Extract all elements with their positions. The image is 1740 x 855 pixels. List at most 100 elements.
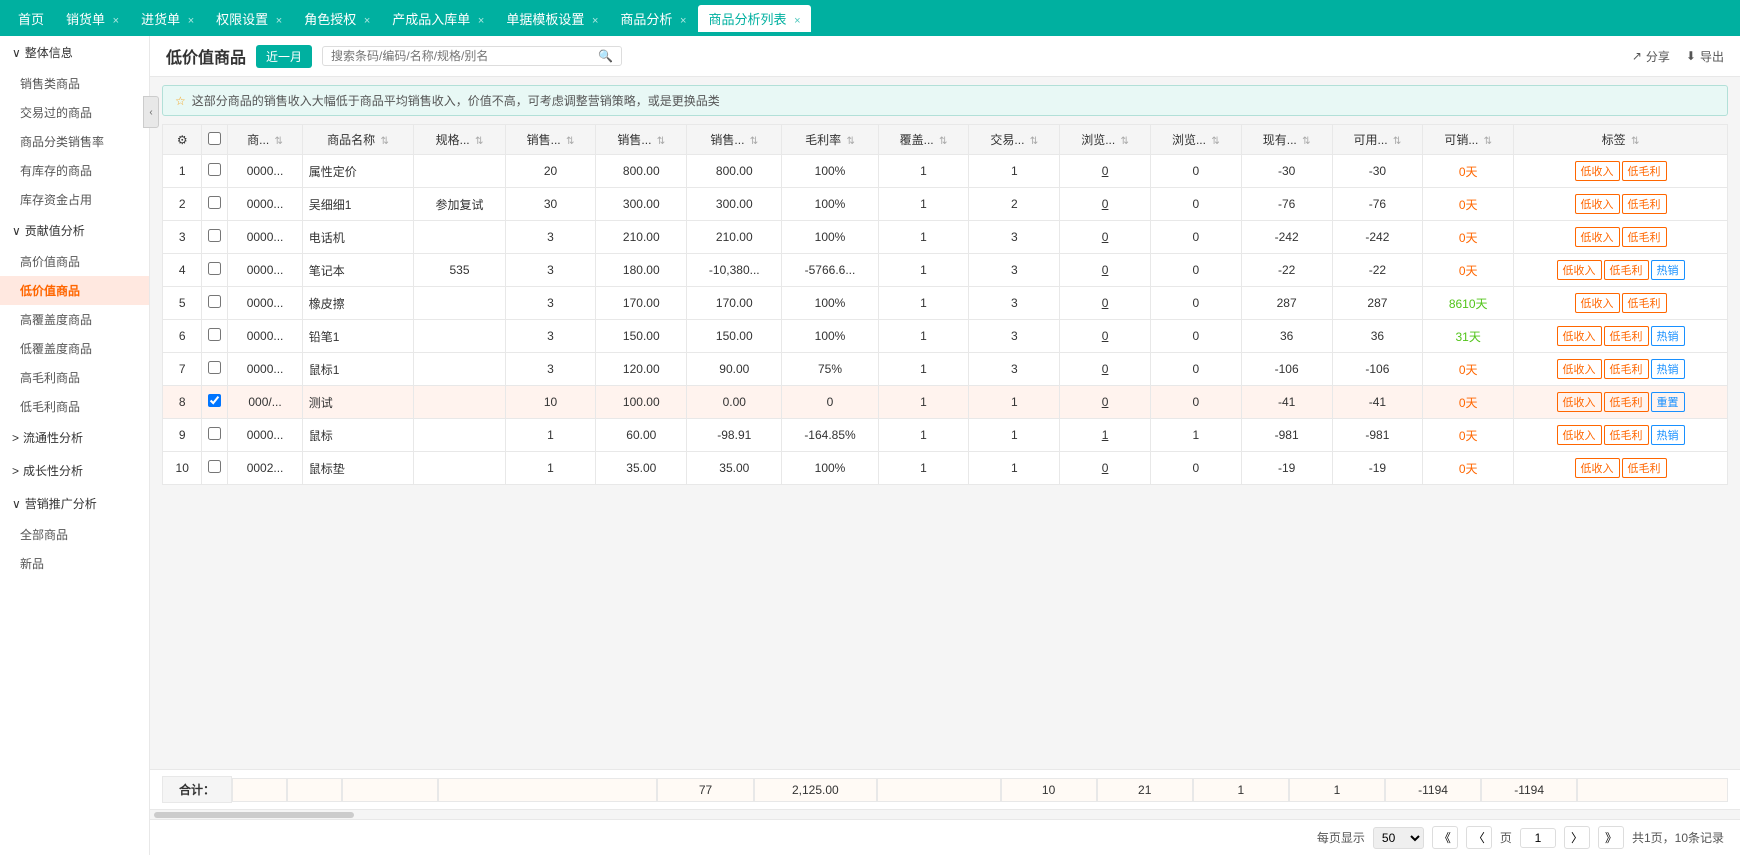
sidebar-item-low-profit[interactable]: 低毛利商品: [0, 392, 149, 421]
nav-item-sales[interactable]: 销货单 ×: [56, 5, 129, 32]
date-filter-button[interactable]: 近一月: [256, 45, 312, 68]
row-checkbox[interactable]: [208, 229, 221, 242]
th-sales-qty[interactable]: 销售... ⇅: [505, 125, 596, 155]
th-trade[interactable]: 交易... ⇅: [969, 125, 1060, 155]
row-checkbox[interactable]: [208, 394, 221, 407]
cell-browse1[interactable]: 0: [1060, 287, 1151, 320]
th-usable[interactable]: 可用... ⇅: [1332, 125, 1423, 155]
sidebar-item-high-value[interactable]: 高价值商品: [0, 247, 149, 276]
sidebar-item-traded-products[interactable]: 交易过的商品: [0, 98, 149, 127]
cell-code: 0000...: [228, 287, 302, 320]
th-coverage[interactable]: 覆盖... ⇅: [878, 125, 969, 155]
th-saleable[interactable]: 可销... ⇅: [1423, 125, 1514, 155]
scrollbar-thumb[interactable]: [154, 812, 354, 818]
sidebar-group-circulation[interactable]: > 流通性分析: [0, 421, 149, 454]
nav-item-stock[interactable]: 产成品入库单 ×: [382, 5, 494, 32]
table-container[interactable]: ⚙ 商... ⇅ 商品名称 ⇅ 规格... ⇅ 销售... ⇅ 销售... ⇅ …: [150, 124, 1740, 769]
sidebar-item-all-products[interactable]: 全部商品: [0, 520, 149, 549]
table-header-row: ⚙ 商... ⇅ 商品名称 ⇅ 规格... ⇅ 销售... ⇅ 销售... ⇅ …: [163, 125, 1728, 155]
nav-close-purchase[interactable]: ×: [188, 15, 194, 27]
row-checkbox[interactable]: [208, 460, 221, 473]
cell-browse1[interactable]: 0: [1060, 386, 1151, 419]
th-name[interactable]: 商品名称 ⇅: [302, 125, 414, 155]
th-tags[interactable]: 标签 ⇅: [1514, 125, 1728, 155]
row-checkbox[interactable]: [208, 328, 221, 341]
row-checkbox[interactable]: [208, 196, 221, 209]
nav-item-role[interactable]: 角色授权 ×: [294, 5, 380, 32]
sidebar-item-low-coverage[interactable]: 低覆盖度商品: [0, 334, 149, 363]
browse-link[interactable]: 0: [1102, 329, 1109, 343]
cell-browse1[interactable]: 0: [1060, 353, 1151, 386]
nav-item-home[interactable]: 首页: [8, 5, 54, 32]
nav-close-role[interactable]: ×: [364, 15, 370, 27]
sidebar-group-growth[interactable]: > 成长性分析: [0, 454, 149, 487]
next-page-btn[interactable]: 〉: [1564, 826, 1590, 849]
th-code[interactable]: 商... ⇅: [228, 125, 302, 155]
browse-link[interactable]: 0: [1102, 296, 1109, 310]
th-profit-rate[interactable]: 毛利率 ⇅: [782, 125, 878, 155]
cell-days: 0天: [1423, 419, 1514, 452]
nav-item-product-list[interactable]: 商品分析列表 ×: [698, 5, 810, 32]
nav-close-template[interactable]: ×: [592, 15, 598, 27]
sidebar-item-stock-capital[interactable]: 库存资金占用: [0, 185, 149, 214]
browse-link[interactable]: 0: [1102, 263, 1109, 277]
sidebar-group-overall[interactable]: ∨ 整体信息: [0, 36, 149, 69]
cell-browse1[interactable]: 0: [1060, 188, 1151, 221]
first-page-btn[interactable]: 《: [1432, 826, 1458, 849]
sidebar-item-new-products[interactable]: 新品: [0, 549, 149, 578]
prev-page-btn[interactable]: 〈: [1466, 826, 1492, 849]
sidebar-item-high-coverage[interactable]: 高覆盖度商品: [0, 305, 149, 334]
per-page-select[interactable]: 50 100 200: [1373, 827, 1424, 849]
search-input[interactable]: [331, 49, 594, 63]
browse-link[interactable]: 0: [1102, 362, 1109, 376]
browse-link[interactable]: 0: [1102, 230, 1109, 244]
nav-close-sales[interactable]: ×: [113, 15, 119, 27]
sidebar-group-marketing[interactable]: ∨ 营销推广分析: [0, 487, 149, 520]
cell-name: 测试: [302, 386, 414, 419]
browse-link[interactable]: 0: [1102, 395, 1109, 409]
th-browse2[interactable]: 浏览... ⇅: [1150, 125, 1241, 155]
browse-link[interactable]: 0: [1102, 461, 1109, 475]
last-page-btn[interactable]: 》: [1598, 826, 1624, 849]
cell-browse1[interactable]: 0: [1060, 155, 1151, 188]
th-spec[interactable]: 规格... ⇅: [414, 125, 505, 155]
row-checkbox[interactable]: [208, 295, 221, 308]
nav-item-permission[interactable]: 权限设置 ×: [206, 5, 292, 32]
sidebar-item-high-profit[interactable]: 高毛利商品: [0, 363, 149, 392]
browse-link[interactable]: 0: [1102, 197, 1109, 211]
browse-link[interactable]: 0: [1102, 164, 1109, 178]
share-button[interactable]: ↗ 分享: [1632, 48, 1670, 65]
sidebar-item-sales-products[interactable]: 销售类商品: [0, 69, 149, 98]
nav-close-stock[interactable]: ×: [478, 15, 484, 27]
th-browse1[interactable]: 浏览... ⇅: [1060, 125, 1151, 155]
sidebar-item-category-rate[interactable]: 商品分类销售率: [0, 127, 149, 156]
row-checkbox[interactable]: [208, 163, 221, 176]
cell-browse1[interactable]: 0: [1060, 254, 1151, 287]
th-current[interactable]: 现有... ⇅: [1241, 125, 1332, 155]
horizontal-scrollbar[interactable]: [150, 809, 1740, 819]
row-checkbox[interactable]: [208, 361, 221, 374]
sidebar-group-contribution[interactable]: ∨ 贡献值分析: [0, 214, 149, 247]
row-checkbox[interactable]: [208, 262, 221, 275]
nav-close-product-list[interactable]: ×: [794, 15, 800, 27]
cell-browse1[interactable]: 0: [1060, 320, 1151, 353]
select-all-checkbox[interactable]: [208, 132, 221, 145]
export-button[interactable]: ⬇ 导出: [1686, 48, 1724, 65]
cell-browse1[interactable]: 0: [1060, 221, 1151, 254]
th-setting[interactable]: ⚙: [163, 125, 202, 155]
th-sales-amt2[interactable]: 销售... ⇅: [687, 125, 782, 155]
nav-item-product-analysis[interactable]: 商品分析 ×: [610, 5, 696, 32]
nav-item-purchase[interactable]: 进货单 ×: [131, 5, 204, 32]
nav-close-permission[interactable]: ×: [276, 15, 282, 27]
sidebar-item-low-value[interactable]: 低价值商品: [0, 276, 149, 305]
cell-browse1[interactable]: 0: [1060, 452, 1151, 485]
sidebar-item-stock-products[interactable]: 有库存的商品: [0, 156, 149, 185]
browse-link[interactable]: 1: [1102, 428, 1109, 442]
page-input[interactable]: [1520, 828, 1556, 848]
sidebar-collapse-btn[interactable]: ‹: [143, 96, 159, 128]
th-sales-amt[interactable]: 销售... ⇅: [596, 125, 687, 155]
nav-close-product-analysis[interactable]: ×: [680, 15, 686, 27]
row-checkbox[interactable]: [208, 427, 221, 440]
cell-browse1[interactable]: 1: [1060, 419, 1151, 452]
nav-item-template[interactable]: 单据模板设置 ×: [496, 5, 608, 32]
